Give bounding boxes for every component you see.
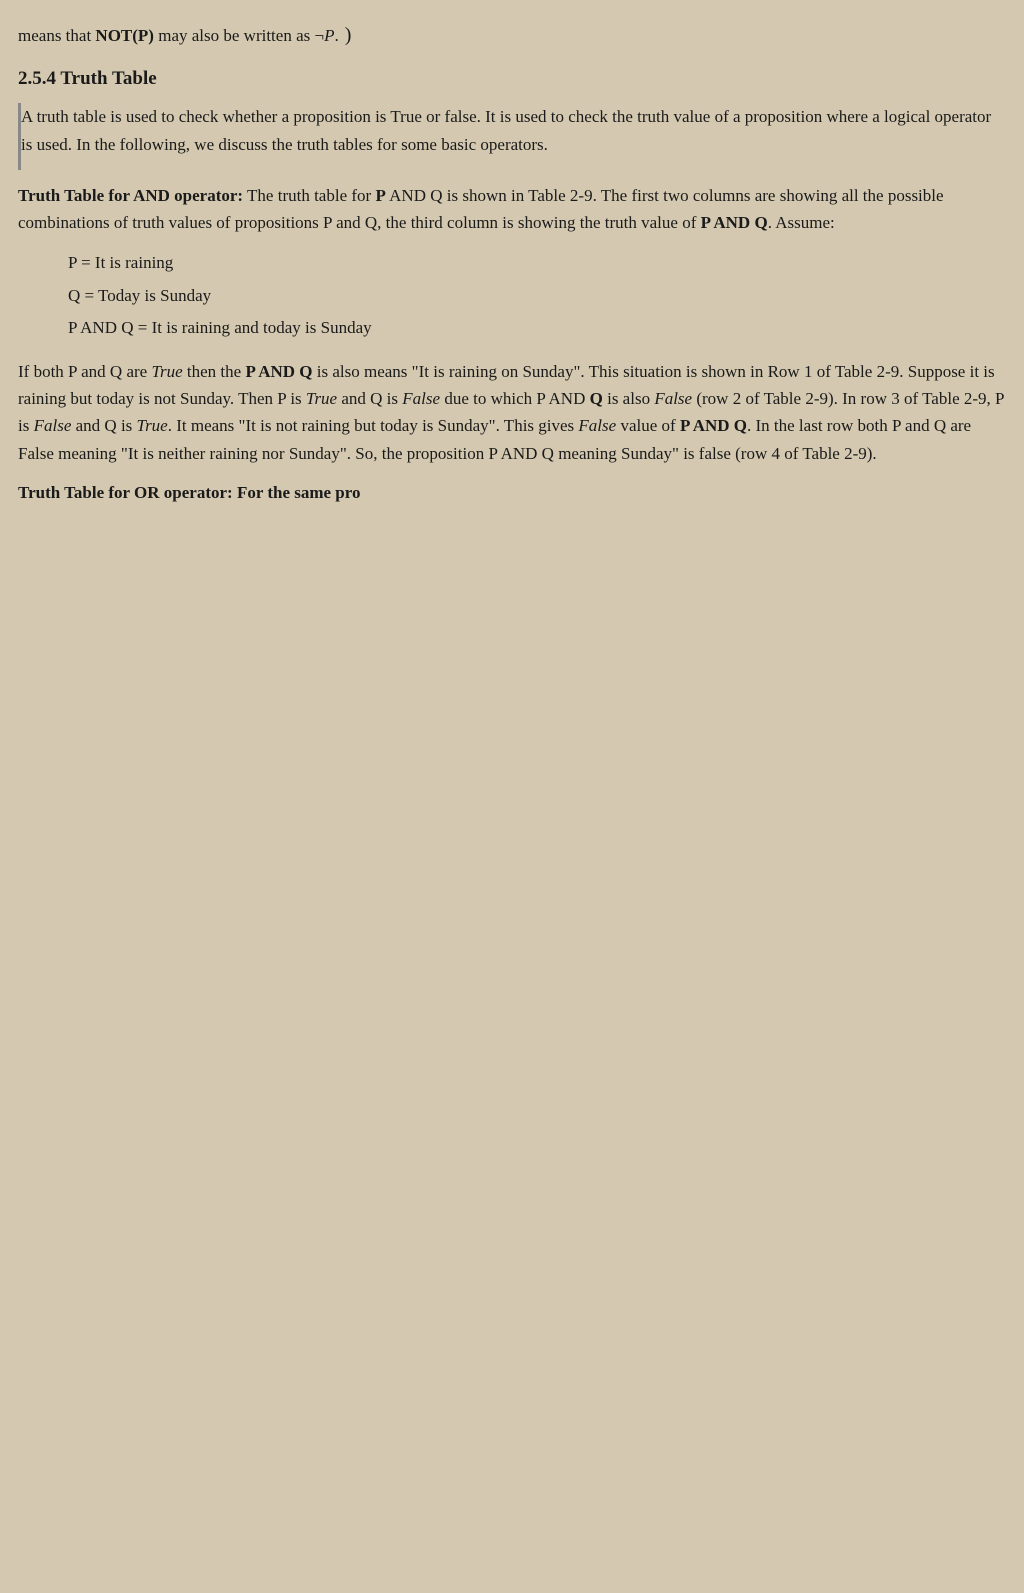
section-title: Truth Table (60, 68, 156, 89)
q-bold1: Q (590, 389, 603, 408)
intro-rest1: rue or false. It (400, 107, 495, 126)
exp-cut4: ble 2-9, P (939, 389, 1004, 408)
assumption-p: P = It is raining (68, 248, 1006, 279)
false-italic4: False (578, 416, 616, 435)
and-text: AND Q is shown in Table (389, 186, 566, 205)
pandq-bold2: P AND Q (245, 362, 312, 381)
top-line-middle: may also be written as (154, 26, 315, 45)
assumption-q: Q = Today is Sunday (68, 281, 1006, 312)
p-bold: P (375, 186, 385, 205)
exp-butSunday: but today is Sunday". This gives (354, 416, 574, 435)
page-content: means that NOT(P) may also be written as… (18, 20, 1006, 506)
top-line-before: means that (18, 26, 95, 45)
or-label-text: For the same pro (233, 483, 361, 502)
true-italic2: True (306, 389, 337, 408)
intro-paragraph: A truth table is used to check whether a… (21, 103, 1006, 157)
arrow-symbol: ) (345, 24, 352, 46)
and-label: Truth Table for AND operator: (18, 186, 243, 205)
and-cut2: owing the truth (533, 213, 637, 232)
true-italic1: True (151, 362, 182, 381)
pandq-bold: P AND Q (701, 213, 768, 232)
and-operator-paragraph: Truth Table for AND operator: The truth … (18, 182, 1006, 236)
false-italic1: False (402, 389, 440, 408)
pandq-bold3: P AND Q (680, 416, 747, 435)
top-line-text: means that NOT(P) may also be written as… (18, 20, 1006, 50)
true-italic3: True (137, 416, 168, 435)
intro-block: A truth table is used to check whether a… (18, 103, 1006, 169)
assumptions-list: P = It is raining Q = Today is Sunday P … (68, 248, 1006, 344)
exp-cut6: ion P AND Q meaning (462, 444, 616, 463)
or-label-bold: Truth Table for OR operator: (18, 483, 233, 502)
not-p-bold: NOT(P) (95, 26, 154, 45)
explanation-para1: If both P and Q are True then the P AND … (18, 358, 1006, 467)
exp-notSunday: today is not (96, 389, 175, 408)
exp-cut2: own in (717, 362, 764, 381)
negation-symbol: ¬P (314, 26, 334, 45)
false-italic2: False (654, 389, 692, 408)
intro-true: T (390, 107, 400, 126)
or-operator-heading: Truth Table for OR operator: For the sam… (18, 479, 1006, 506)
section-heading: 2.5.4 Truth Table (18, 64, 1006, 93)
intro-for: for some basic (377, 135, 476, 154)
section-number: 2.5.4 (18, 68, 56, 89)
exp-cut3: h P AND (524, 389, 586, 408)
false-italic3: False (34, 416, 72, 435)
assumption-pandq: P AND Q = It is raining and today is Sun… (68, 313, 1006, 344)
